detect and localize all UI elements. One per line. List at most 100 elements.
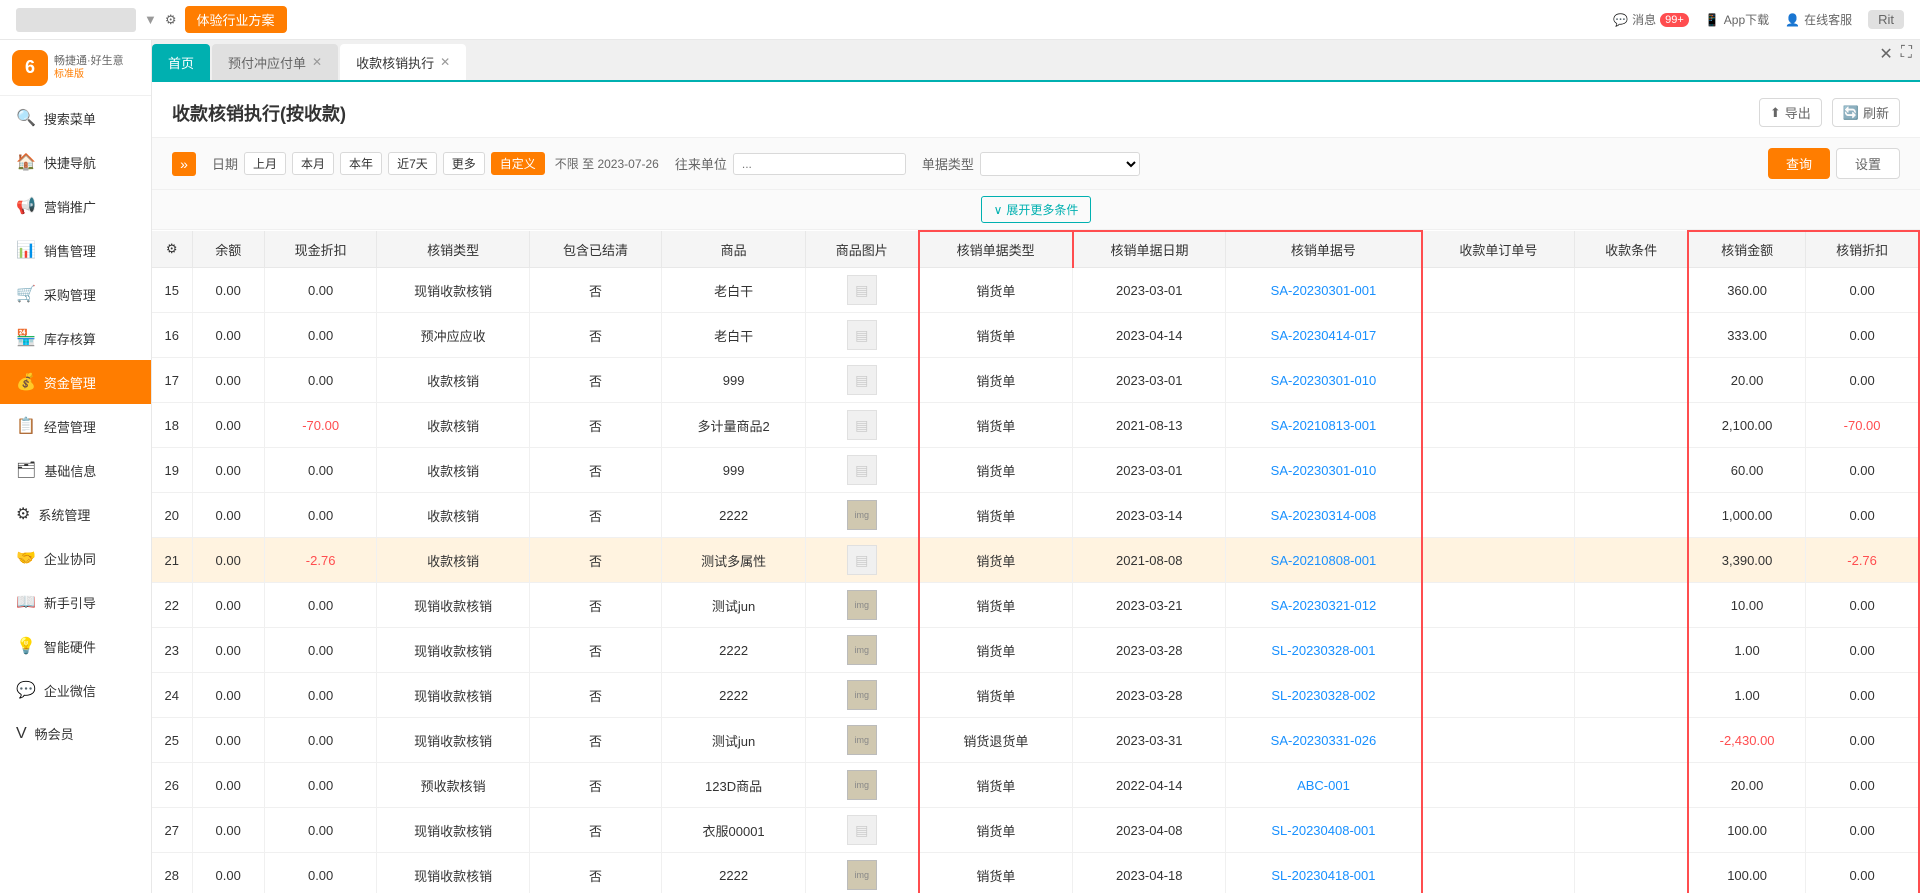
sidebar-item-guide[interactable]: 📖 新手引导 xyxy=(0,580,151,624)
writeoff-no-link[interactable]: SA-20210808-001 xyxy=(1271,553,1377,568)
writeoff-no-link[interactable]: SA-20230414-017 xyxy=(1271,328,1377,343)
cell-writeoffdoctype: 销货单 xyxy=(919,628,1073,673)
industry-btn[interactable]: 体验行业方案 xyxy=(185,6,287,33)
cell-writeoffamount: 10.00 xyxy=(1688,583,1806,628)
app-icon: 📱 xyxy=(1705,13,1720,27)
sidebar-item-basic[interactable]: 🗂 基础信息 xyxy=(0,448,151,492)
sidebar-item-operations[interactable]: 📋 经营管理 xyxy=(0,404,151,448)
writeoff-no-link[interactable]: SA-20230314-008 xyxy=(1271,508,1377,523)
sidebar-item-sales[interactable]: 📊 销售管理 xyxy=(0,228,151,272)
date-this-year[interactable]: 本年 xyxy=(340,152,382,175)
prepaid-tab-close[interactable]: ✕ xyxy=(312,55,322,69)
cell-goodsimg: ▤ xyxy=(805,448,918,493)
sidebar-item-enterprise[interactable]: 🤝 企业协同 xyxy=(0,536,151,580)
settings-filter-btn[interactable]: 设置 xyxy=(1836,148,1900,179)
table-container[interactable]: ⚙ 余额 现金折扣 核销类型 包含已结清 商品 商品图片 核销单据类型 核销单据… xyxy=(152,230,1920,893)
cell-writeoffdoctype: 销货单 xyxy=(919,538,1073,583)
msg-area[interactable]: 💬 消息 99+ xyxy=(1613,11,1689,28)
sidebar-item-label: 新手引导 xyxy=(44,593,96,612)
col-settings-icon[interactable]: ⚙ xyxy=(166,241,178,256)
sidebar-item-member[interactable]: V 畅会员 xyxy=(0,712,151,755)
tab-expand-icon[interactable]: ⛶ xyxy=(1901,44,1912,64)
table-row: 22 0.00 0.00 现销收款核销 否 测试jun img 销货单 2023… xyxy=(152,583,1919,628)
company-selector[interactable] xyxy=(16,8,136,32)
col-settings-header[interactable]: ⚙ xyxy=(152,231,192,268)
cell-writeoffdate: 2023-03-01 xyxy=(1073,358,1226,403)
user-avatar[interactable]: Rit xyxy=(1868,10,1904,29)
writeoff-no-link[interactable]: SA-20230301-010 xyxy=(1271,373,1377,388)
cell-rownum: 23 xyxy=(152,628,192,673)
writeoff-no-link[interactable]: SL-20230418-001 xyxy=(1271,868,1375,883)
cell-cashdiscount: -2.76 xyxy=(264,538,376,583)
cell-receiptorderno xyxy=(1422,583,1575,628)
purchase-icon: 🛒 xyxy=(16,284,36,304)
date-7days[interactable]: 近7天 xyxy=(388,152,437,175)
date-last-month[interactable]: 上月 xyxy=(244,152,286,175)
search-icon: 🔍 xyxy=(16,108,36,128)
online-service[interactable]: 👤 在线客服 xyxy=(1785,11,1852,28)
cell-goods: 2222 xyxy=(662,853,806,893)
writeoff-no-link[interactable]: SA-20230331-026 xyxy=(1271,733,1377,748)
cell-goodsimg: ▤ xyxy=(805,808,918,853)
writeoff-no-link[interactable]: SA-20230301-010 xyxy=(1271,463,1377,478)
tab-close-icon[interactable]: ✕ xyxy=(1879,44,1892,64)
cell-cashdiscount: 0.00 xyxy=(264,718,376,763)
cell-receiptterms xyxy=(1575,313,1688,358)
expand-more-btn[interactable]: ∨ 展开更多条件 xyxy=(981,196,1092,223)
sidebar-item-hardware[interactable]: 💡 智能硬件 xyxy=(0,624,151,668)
partner-input[interactable] xyxy=(733,153,906,175)
table-row: 25 0.00 0.00 现销收款核销 否 测试jun img 销货退货单 20… xyxy=(152,718,1919,763)
partner-label: 往来单位 xyxy=(675,154,727,173)
goods-img: img xyxy=(847,590,877,620)
export-btn[interactable]: ⬆ 导出 xyxy=(1759,98,1822,127)
tab-prepaid[interactable]: 预付冲应付单 ✕ xyxy=(212,44,338,80)
sidebar-item-purchase[interactable]: 🛒 采购管理 xyxy=(0,272,151,316)
date-custom[interactable]: 自定义 xyxy=(491,152,545,175)
cell-rownum: 24 xyxy=(152,673,192,718)
writeoff-no-link[interactable]: SL-20230408-001 xyxy=(1271,823,1375,838)
cell-writeoffno: SA-20230314-008 xyxy=(1226,493,1422,538)
tab-receipt[interactable]: 收款核销执行 ✕ xyxy=(340,44,466,80)
cell-balance: 0.00 xyxy=(192,493,264,538)
tab-home[interactable]: 首页 xyxy=(152,44,210,80)
cell-writeoffdiscount: 0.00 xyxy=(1806,673,1919,718)
writeoff-no-link[interactable]: ABC-001 xyxy=(1297,778,1350,793)
writeoff-no-link[interactable]: SA-20230321-012 xyxy=(1271,598,1377,613)
writeoff-no-link[interactable]: SL-20230328-002 xyxy=(1271,688,1375,703)
sidebar-item-quicknav[interactable]: 🏠 快捷导航 xyxy=(0,140,151,184)
filter-collapse-btn[interactable]: » xyxy=(172,152,196,176)
dropdown-icon[interactable]: ▼ xyxy=(144,12,157,27)
date-more[interactable]: 更多 xyxy=(443,152,485,175)
cell-writeoffdiscount: 0.00 xyxy=(1806,313,1919,358)
writeoff-no-link[interactable]: SA-20210813-001 xyxy=(1271,418,1377,433)
sidebar-item-search[interactable]: 🔍 搜索菜单 xyxy=(0,96,151,140)
cell-cashdiscount: 0.00 xyxy=(264,268,376,313)
expand-more-bar: ∨ 展开更多条件 xyxy=(152,190,1920,230)
sidebar-item-marketing[interactable]: 📢 营销推广 xyxy=(0,184,151,228)
receipt-tab-close[interactable]: ✕ xyxy=(440,55,450,69)
writeoff-no-link[interactable]: SL-20230328-001 xyxy=(1271,643,1375,658)
hardware-icon: 💡 xyxy=(16,636,36,656)
sidebar-item-system[interactable]: ⚙ 系统管理 xyxy=(0,492,151,536)
cell-writeoffdiscount: 0.00 xyxy=(1806,448,1919,493)
sidebar-item-label: 系统管理 xyxy=(38,505,90,524)
top-bar-left: ▼ ⚙ 体验行业方案 xyxy=(16,6,287,33)
app-download[interactable]: 📱 App下载 xyxy=(1705,11,1769,28)
table-row: 23 0.00 0.00 现销收款核销 否 2222 img 销货单 2023-… xyxy=(152,628,1919,673)
cell-goodsimg: img xyxy=(805,628,918,673)
cell-rownum: 20 xyxy=(152,493,192,538)
settings-icon[interactable]: ⚙ xyxy=(165,12,177,28)
refresh-btn[interactable]: 🔄 刷新 xyxy=(1832,98,1900,127)
cell-writeoffno: SL-20230418-001 xyxy=(1226,853,1422,893)
writeoff-no-link[interactable]: SA-20230301-001 xyxy=(1271,283,1377,298)
query-btn[interactable]: 查询 xyxy=(1768,148,1830,179)
sidebar-item-inventory[interactable]: 🏪 库存核算 xyxy=(0,316,151,360)
cell-writeoffdoctype: 销货单 xyxy=(919,673,1073,718)
doctype-select[interactable] xyxy=(980,152,1140,176)
date-this-month[interactable]: 本月 xyxy=(292,152,334,175)
sidebar-item-wechat[interactable]: 💬 企业微信 xyxy=(0,668,151,712)
sidebar-item-finance[interactable]: 💰 资金管理 xyxy=(0,360,151,404)
cell-cashdiscount: 0.00 xyxy=(264,673,376,718)
tab-bar: 首页 预付冲应付单 ✕ 收款核销执行 ✕ ✕ ⛶ xyxy=(152,40,1920,82)
goods-img-placeholder: ▤ xyxy=(847,815,877,845)
